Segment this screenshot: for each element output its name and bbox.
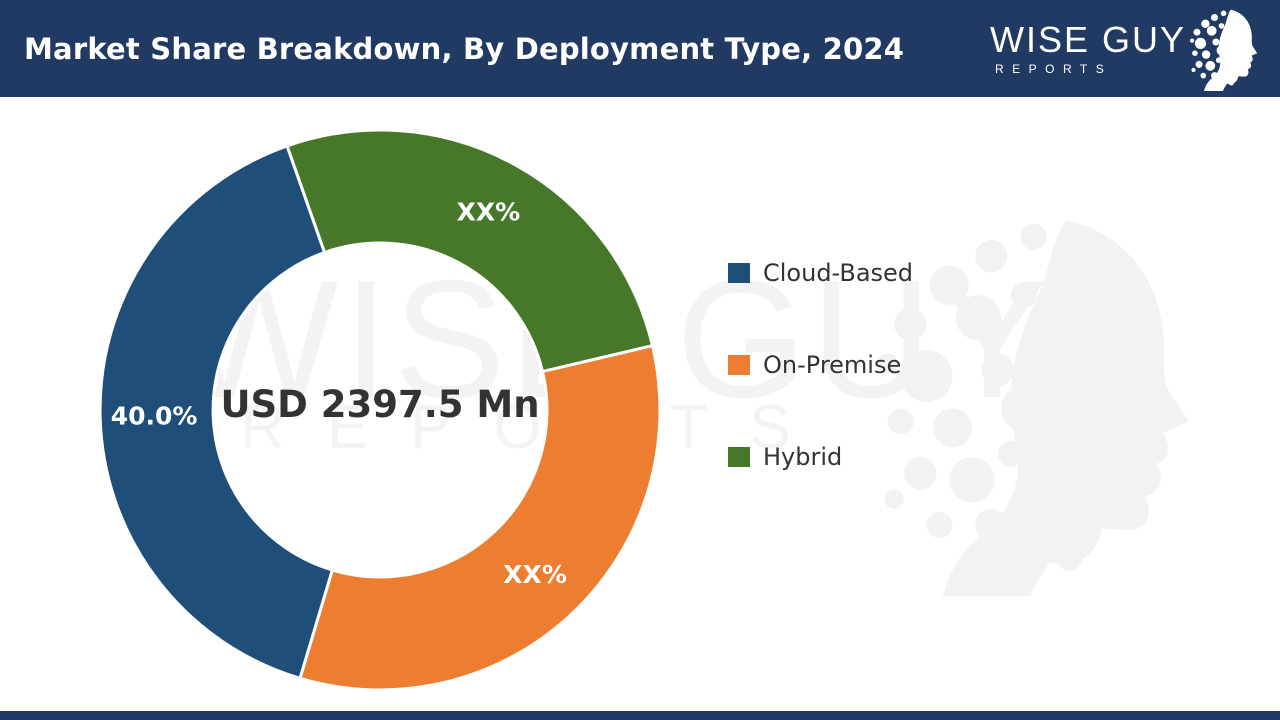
page-title: Market Share Breakdown, By Deployment Ty… [24, 31, 905, 66]
legend-label-cloud-based: Cloud-Based [763, 259, 914, 287]
footer-bar [0, 711, 1280, 720]
logo-wordmark-line2: REPORTS [994, 61, 1113, 76]
donut-center-label: USD 2397.5 Mn [220, 383, 540, 426]
legend-swatch-cloud-based [728, 263, 750, 283]
legend-swatch-hybrid [728, 447, 750, 467]
logo: WISE GUY REPORTS [990, 7, 1260, 91]
legend-label-on-premise: On-Premise [763, 351, 902, 379]
chart-area: WISE GUY REPORTS XX% XX% 40.0% USD 2397.5 … [0, 97, 1280, 711]
legend-item-on-premise: On-Premise [728, 351, 913, 379]
legend-item-hybrid: Hybrid [728, 443, 913, 471]
legend-swatch-on-premise [728, 355, 750, 375]
legend-item-cloud-based: Cloud-Based [728, 259, 913, 287]
watermark-head-icon [878, 220, 1190, 597]
slice-label-hybrid: XX% [457, 197, 521, 226]
legend-label-hybrid: Hybrid [763, 443, 843, 471]
logo-head-icon [1190, 9, 1258, 91]
slice-label-on-premise: XX% [503, 560, 567, 589]
logo-wordmark: WISE GUY REPORTS [989, 18, 1186, 76]
legend: Cloud-Based On-Premise Hybrid [728, 259, 913, 471]
donut-segment-hybrid [285, 128, 655, 374]
header: Market Share Breakdown, By Deployment Ty… [0, 0, 1280, 97]
logo-wordmark-line1: WISE GUY [989, 18, 1186, 60]
